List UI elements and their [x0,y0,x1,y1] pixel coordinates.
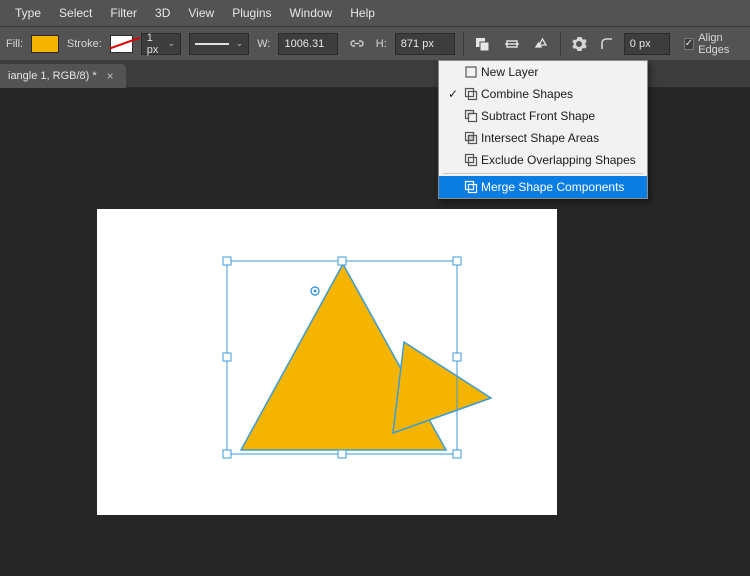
chevron-down-icon: ⌄ [168,38,176,49]
check-icon: ✓ [684,38,694,50]
menu-item-new-layer[interactable]: New Layer [439,61,647,83]
stroke-width-dropdown[interactable]: 1 px ⌄ [141,33,181,55]
chevron-down-icon: ⌄ [236,38,244,49]
menu-item-combine-shapes[interactable]: ✓ Combine Shapes [439,83,647,105]
stroke-swatch[interactable] [110,35,133,53]
solid-line-icon [195,43,228,45]
stroke-style-dropdown[interactable]: ⌄ [189,33,249,55]
align-edges-checkbox[interactable]: ✓ Align Edges [684,32,744,56]
menu-item-intersect[interactable]: Intersect Shape Areas [439,127,647,149]
menu-filter[interactable]: Filter [101,6,146,20]
merge-shapes-icon [461,180,481,194]
path-operations-menu: New Layer ✓ Combine Shapes Subtract Fron… [438,60,648,199]
menu-item-label: Combine Shapes [481,87,573,101]
combine-shapes-icon [461,87,481,101]
menu-item-merge-shape-components[interactable]: Merge Shape Components [439,176,647,198]
gear-icon[interactable] [568,31,589,57]
triangle-shape-small[interactable] [393,342,491,433]
document-tab-title: iangle 1, RGB/8) * [8,70,97,82]
path-arrangement-button[interactable] [530,31,551,57]
menu-separator [443,173,643,174]
menu-type[interactable]: Type [6,6,50,20]
height-label: H: [376,38,387,50]
menu-item-label: Merge Shape Components [481,180,624,194]
menubar: Type Select Filter 3D View Plugins Windo… [0,0,750,26]
close-icon[interactable]: × [105,69,116,83]
stroke-label: Stroke: [67,38,102,50]
options-bar: Fill: Stroke: 1 px ⌄ ⌄ W: H: [0,26,750,60]
round-corners-field[interactable] [624,33,670,55]
menu-item-label: Intersect Shape Areas [481,131,599,145]
fill-label: Fill: [6,38,23,50]
path-alignment-button[interactable] [501,31,522,57]
menu-3d[interactable]: 3D [146,6,179,20]
menu-item-subtract-front[interactable]: Subtract Front Shape [439,105,647,127]
link-wh-icon[interactable] [346,31,367,57]
canvas[interactable] [97,209,557,515]
fill-swatch[interactable] [31,35,59,53]
intersect-icon [461,131,481,145]
menu-item-label: New Layer [481,65,538,79]
separator [560,32,561,56]
round-corners-icon [598,31,616,57]
menu-item-label: Exclude Overlapping Shapes [481,153,636,167]
menu-item-exclude[interactable]: Exclude Overlapping Shapes [439,149,647,171]
path-operations-button[interactable] [472,31,493,57]
align-edges-label: Align Edges [698,32,744,56]
stroke-width-value: 1 px [147,32,161,56]
check-icon: ✓ [445,87,461,101]
separator [463,32,464,56]
width-field[interactable] [278,33,338,55]
height-field[interactable] [395,33,455,55]
menu-window[interactable]: Window [281,6,342,20]
menu-plugins[interactable]: Plugins [223,6,280,20]
menu-view[interactable]: View [179,6,223,20]
menu-help[interactable]: Help [341,6,384,20]
subtract-front-icon [461,109,481,123]
document-tab[interactable]: iangle 1, RGB/8) * × [0,64,126,88]
menu-select[interactable]: Select [50,6,101,20]
width-label: W: [257,38,270,50]
exclude-icon [461,153,481,167]
new-layer-icon [461,65,481,79]
menu-item-label: Subtract Front Shape [481,109,595,123]
